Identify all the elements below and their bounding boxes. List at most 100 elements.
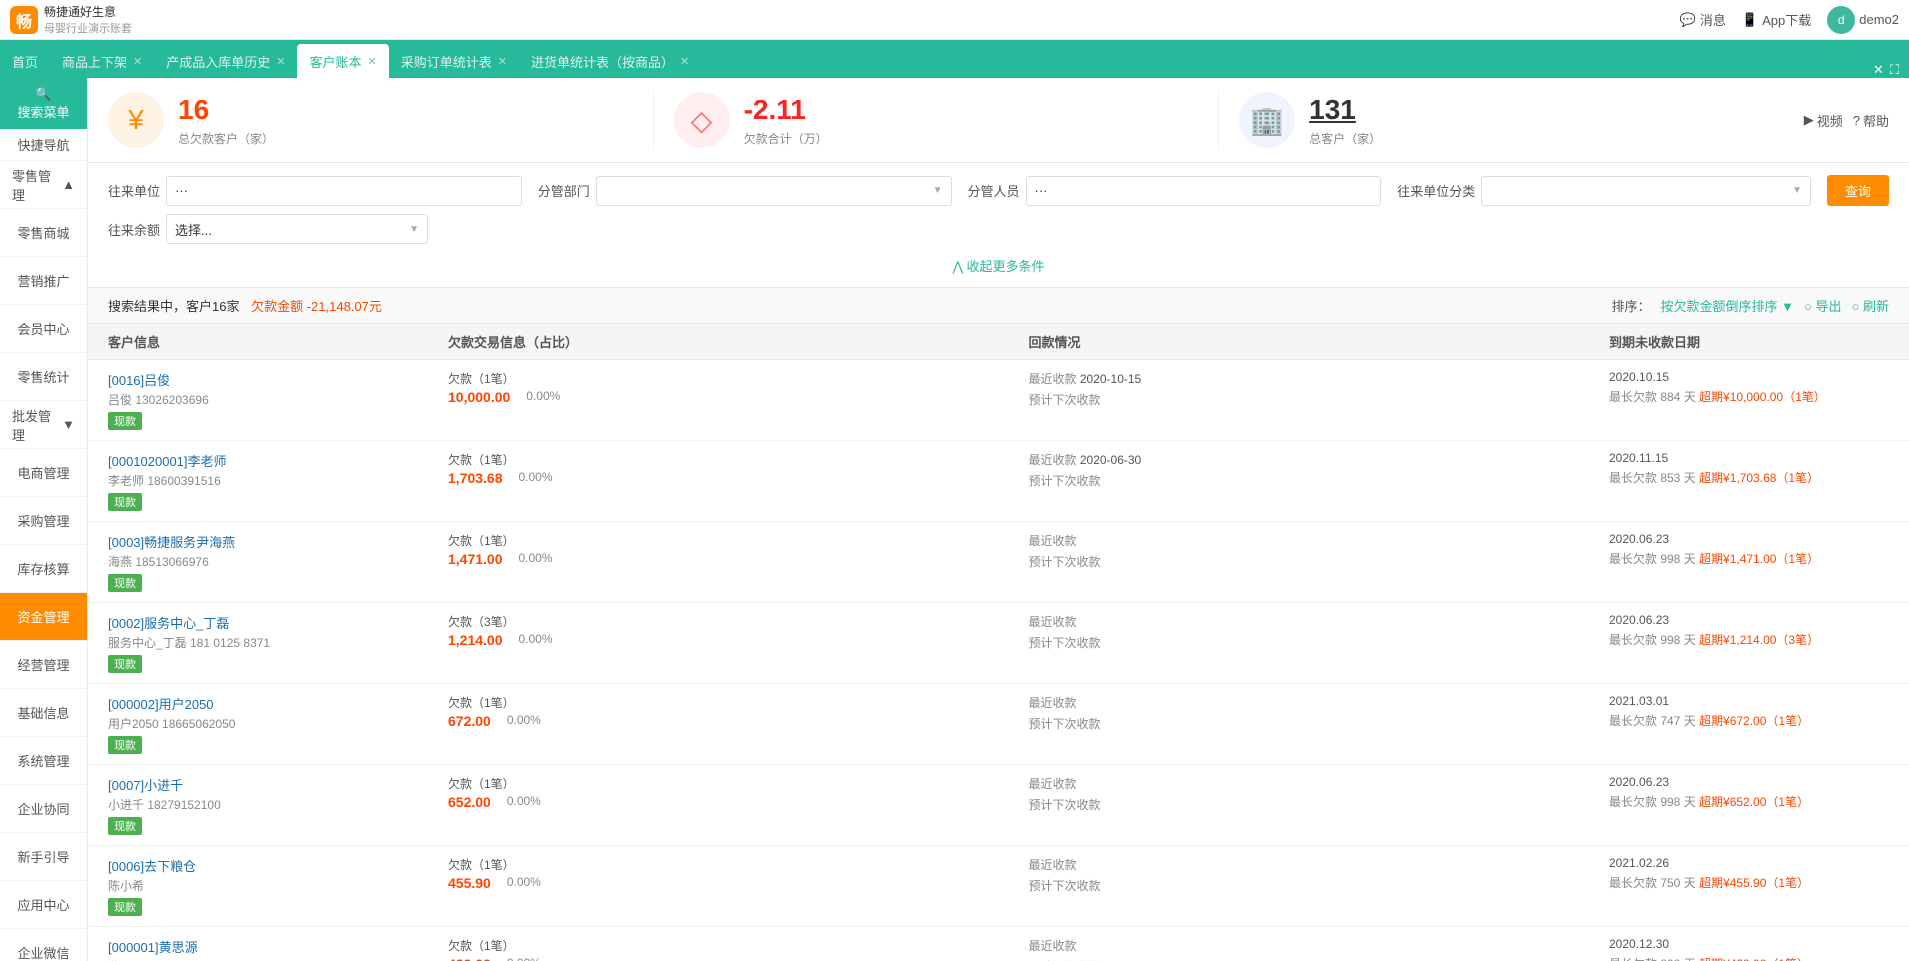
sidebar-item-quick-nav[interactable]: 快捷导航 (0, 129, 87, 161)
overdue-link[interactable]: 超期¥1,471.00（1笔） (1699, 552, 1819, 566)
recovery-cell: 最近收款 预计下次收款 (1029, 775, 1610, 813)
overdue-days: 最长欠款 853 天 超期¥1,703.68（1笔） (1609, 469, 1889, 486)
tab-purchase-stats-label: 进货单统计表（按商品） (531, 52, 674, 71)
collapse-arrow-icon: ⋀ (952, 259, 963, 274)
overdue-link[interactable]: 超期¥652.00（1笔） (1699, 795, 1809, 809)
tab-close-icon[interactable]: ✕ (276, 55, 285, 68)
customer-name[interactable]: [0006]去下粮仓 (108, 856, 448, 875)
tab-purchase-order[interactable]: 采购订单统计表 ✕ (389, 44, 519, 78)
sidebar-search[interactable]: 🔍 搜索菜单 (0, 78, 87, 129)
tab-expand-icon[interactable]: ⛶ (1890, 62, 1899, 78)
customer-name[interactable]: [0003]畅捷服务尹海燕 (108, 532, 448, 551)
message-btn[interactable]: 💬 消息 (1680, 10, 1726, 29)
sort-chevron-icon: ▼ (1781, 299, 1794, 314)
balance-select[interactable]: 选择... ▼ (166, 214, 428, 244)
sidebar-item-system[interactable]: 系统管理 (0, 737, 87, 785)
tab-home[interactable]: 首页 (0, 44, 50, 78)
video-icon: ▶ (1804, 112, 1814, 128)
sidebar-item-batch-mgmt[interactable]: 批发管理 ▼ (0, 401, 87, 449)
sidebar-item-retail-stats[interactable]: 零售统计 (0, 353, 87, 401)
sort-select[interactable]: 按欠款金额倒序排序 ▼ (1661, 296, 1795, 315)
overdue-date: 2020.06.23 (1609, 775, 1889, 789)
tab-close-icon[interactable]: ✕ (133, 55, 142, 68)
customer-name[interactable]: [0016]吕俊 (108, 370, 448, 389)
tab-close-icon[interactable]: ✕ (680, 55, 689, 68)
export-btn[interactable]: ○ 导出 (1804, 296, 1841, 315)
next-collect: 预计下次收款 (1029, 391, 1610, 408)
collapse-btn[interactable]: ⋀ 收起更多条件 (108, 252, 1889, 279)
sidebar-item-newbie[interactable]: 新手引导 (0, 833, 87, 881)
tab-purchase-stats[interactable]: 进货单统计表（按商品） ✕ (519, 44, 701, 78)
overdue-link[interactable]: 超期¥672.00（1笔） (1699, 714, 1809, 728)
retail-mgmt-row: 零售管理 ▲ (4, 166, 83, 204)
retail-mall-label: 零售商城 (17, 223, 69, 242)
customer-name[interactable]: [0001020001]李老师 (108, 451, 448, 470)
member-label: 会员中心 (17, 319, 69, 338)
video-btn[interactable]: ▶ 视频 (1804, 92, 1843, 148)
batch-mgmt-label: 批发管理 (12, 406, 62, 444)
tab-customer-account[interactable]: 客户账本 ✕ (297, 44, 388, 78)
debt-cell: 欠款（1笔） 10,000.00 0.00% (448, 370, 1029, 405)
balance-label: 往来余额 (108, 220, 160, 239)
customer-name[interactable]: [0002]服务中心_丁磊 (108, 613, 448, 632)
debt-cell: 欠款（1笔） 1,471.00 0.00% (448, 532, 1029, 567)
customer-cell: [0006]去下粮仓 陈小希 现款 (108, 856, 448, 916)
customer-name[interactable]: [0007]小进千 (108, 775, 448, 794)
sidebar-item-purchase[interactable]: 采购管理 (0, 497, 87, 545)
batch-mgmt-row: 批发管理 ▼ (4, 406, 83, 444)
tab-close-icon[interactable]: ✕ (368, 55, 377, 68)
person-input[interactable]: ··· (1026, 176, 1382, 206)
sidebar-item-marketing[interactable]: 营销推广 (0, 257, 87, 305)
last-collect-label: 最近收款 2020-10-15 (1029, 370, 1610, 387)
customer-tag: 现款 (108, 412, 142, 430)
sidebar-item-retail-mall[interactable]: 零售商城 (0, 209, 87, 257)
overdue-link[interactable]: 超期¥1,214.00（3笔） (1699, 633, 1819, 647)
dept-select[interactable]: ▼ (596, 176, 952, 206)
overdue-link[interactable]: 超期¥429.00（1笔） (1699, 957, 1809, 961)
sidebar-item-inventory[interactable]: 库存核算 (0, 545, 87, 593)
overdue-days: 最长欠款 747 天 超期¥672.00（1笔） (1609, 712, 1889, 729)
sidebar-item-enterprise[interactable]: 企业协同 (0, 785, 87, 833)
arrow-icon: ▲ (62, 177, 75, 192)
tab-product-offshelf[interactable]: 商品上下架 ✕ (50, 44, 154, 78)
last-collect-label: 最近收款 (1029, 532, 1610, 549)
sidebar-item-ecommerce[interactable]: 电商管理 (0, 449, 87, 497)
last-collect-label: 最近收款 2020-06-30 (1029, 451, 1610, 468)
overdue-link[interactable]: 超期¥10,000.00（1笔） (1699, 390, 1826, 404)
sidebar-item-app-center[interactable]: 应用中心 (0, 881, 87, 929)
refresh-btn[interactable]: ○ 刷新 (1852, 296, 1889, 315)
refresh-icon: ○ (1852, 299, 1863, 314)
summary-label-2: 欠款合计（万） (744, 130, 828, 147)
sidebar-item-weixin[interactable]: 企业微信 (0, 929, 87, 961)
from-unit-input[interactable]: ··· (166, 176, 522, 206)
overdue-link[interactable]: 超期¥1,703.68（1笔） (1699, 471, 1819, 485)
customer-name[interactable]: [000001]黄思源 (108, 937, 448, 956)
app-center-label: 应用中心 (17, 895, 69, 914)
tab-product-history[interactable]: 产成品入库单历史 ✕ (154, 44, 297, 78)
app-download-btn[interactable]: 📱 App下载 (1742, 10, 1811, 29)
customer-name[interactable]: [000002]用户2050 (108, 694, 448, 713)
sidebar-item-base-info[interactable]: 基础信息 (0, 689, 87, 737)
main-layout: 🔍 搜索菜单 快捷导航 零售管理 ▲ 零售商城 营销推广 会员中心 零售统计 批… (0, 78, 1909, 961)
table-row: [0001020001]李老师 李老师 18600391516 现款 欠款（1笔… (88, 441, 1909, 522)
overdue-link[interactable]: 超期¥455.90（1笔） (1699, 876, 1809, 890)
sidebar-item-ops[interactable]: 经营管理 (0, 641, 87, 689)
sidebar-item-retail-mgmt[interactable]: 零售管理 ▲ (0, 161, 87, 209)
filter-row-1: 往来单位 ··· 分管部门 ▼ 分管人员 ··· (108, 175, 1889, 206)
overdue-date: 2020.06.23 (1609, 613, 1889, 627)
sidebar-item-member[interactable]: 会员中心 (0, 305, 87, 353)
sidebar: 🔍 搜索菜单 快捷导航 零售管理 ▲ 零售商城 营销推广 会员中心 零售统计 批… (0, 78, 88, 961)
user-profile[interactable]: d demo2 (1827, 6, 1899, 34)
overdue-date: 2020.06.23 (1609, 532, 1889, 546)
query-button[interactable]: 查询 (1827, 175, 1889, 206)
sidebar-item-finance[interactable]: 资金管理 (0, 593, 87, 641)
batch-arrow-icon: ▼ (62, 417, 75, 432)
tab-close-all-icon[interactable]: ✕ (1873, 62, 1884, 78)
unit-category-select[interactable]: ▼ (1481, 176, 1811, 206)
col-overdue: 到期未收款日期 (1609, 332, 1889, 351)
tab-close-icon[interactable]: ✕ (498, 55, 507, 68)
debt-amount: 429.00 (448, 956, 491, 961)
debt-percent: 0.00% (507, 875, 541, 889)
help-btn[interactable]: ? 帮助 (1853, 92, 1889, 148)
collapse-label: 收起更多条件 (967, 259, 1045, 274)
